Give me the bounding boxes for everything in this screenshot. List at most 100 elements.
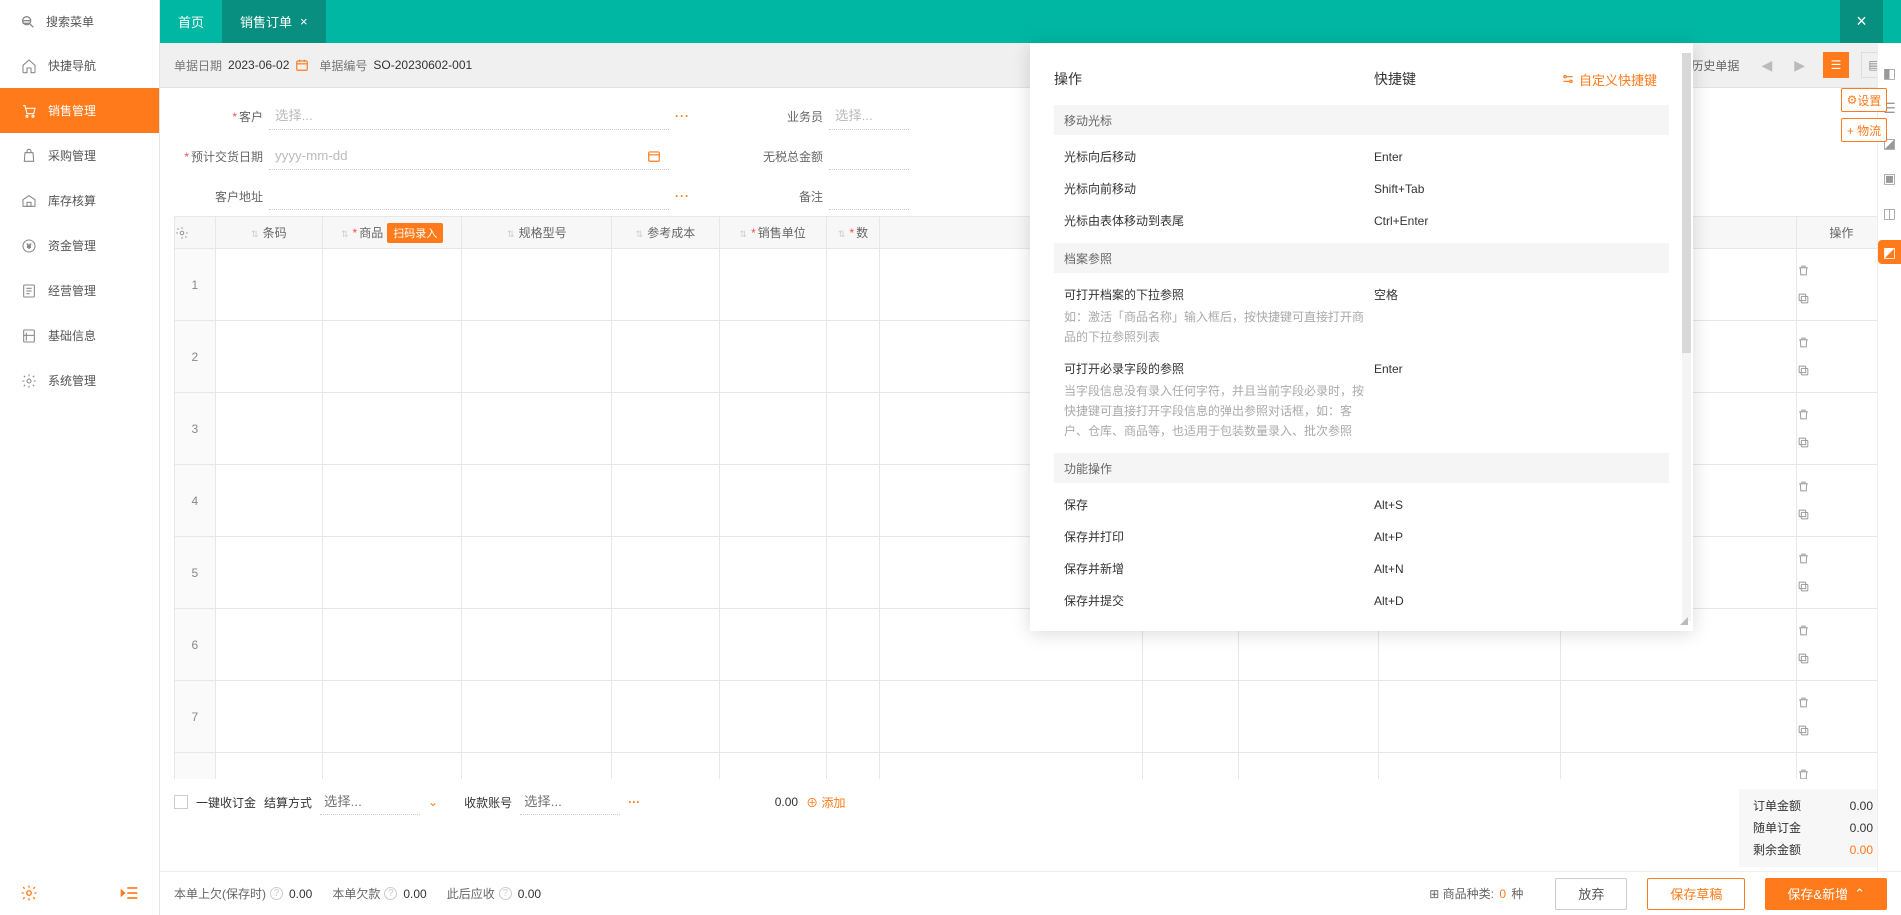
popover-row: 保存Alt+S bbox=[1054, 489, 1669, 521]
tab-home[interactable]: 首页 bbox=[160, 0, 222, 43]
copy-row-icon[interactable] bbox=[1797, 292, 1886, 305]
shortcut-key: Alt+P bbox=[1374, 527, 1403, 547]
delete-row-icon[interactable] bbox=[1797, 480, 1886, 493]
doc-date-value[interactable]: 2023-06-02 bbox=[228, 58, 289, 72]
copy-row-icon[interactable] bbox=[1797, 580, 1886, 593]
col-ops: 操作 bbox=[1796, 217, 1886, 249]
lookup-icon[interactable]: ··· bbox=[669, 189, 696, 203]
delivery-date-input[interactable] bbox=[269, 142, 669, 170]
close-all-tabs-icon[interactable]: × bbox=[1840, 0, 1883, 43]
shortcut-key: Alt+N bbox=[1374, 559, 1404, 579]
delete-row-icon[interactable] bbox=[1797, 624, 1886, 637]
popover-row: 保存并提交Alt+D bbox=[1054, 585, 1669, 617]
nav-label: 快捷导航 bbox=[48, 57, 96, 74]
edge-icon-1[interactable]: ◧ bbox=[1883, 65, 1896, 82]
delete-row-icon[interactable] bbox=[1797, 552, 1886, 565]
sidebar-item-sales[interactable]: 销售管理 bbox=[0, 88, 159, 133]
delete-row-icon[interactable] bbox=[1797, 768, 1886, 779]
help-icon[interactable]: ? bbox=[384, 887, 397, 900]
info-value: 0.00 bbox=[518, 887, 541, 901]
lookup-icon[interactable]: ··· bbox=[669, 109, 696, 123]
footer-gear-icon[interactable] bbox=[20, 884, 38, 902]
row-number: 5 bbox=[175, 537, 216, 609]
sidebar-item-purchase[interactable]: 采购管理 bbox=[0, 133, 159, 178]
save-draft-button[interactable]: 保存草稿 bbox=[1647, 878, 1745, 910]
delete-row-icon[interactable] bbox=[1797, 408, 1886, 421]
info-value: 0.00 bbox=[289, 887, 312, 901]
table-row[interactable]: 8 bbox=[175, 753, 1887, 780]
total-label: 随单订金 bbox=[1753, 817, 1801, 839]
remark-input[interactable] bbox=[829, 182, 909, 210]
edge-icon-5[interactable]: ◫ bbox=[1883, 205, 1896, 222]
addr-input[interactable] bbox=[269, 182, 669, 210]
settlement-amount[interactable]: 0.00 bbox=[648, 795, 798, 809]
edge-icon-4[interactable]: ▣ bbox=[1883, 170, 1896, 187]
col-spec[interactable]: ⇅规格型号 bbox=[462, 217, 612, 249]
col-product[interactable]: ⇅*商品扫码录入 bbox=[322, 217, 461, 249]
table-row[interactable]: 7 bbox=[175, 681, 1887, 753]
col-barcode[interactable]: ⇅条码 bbox=[215, 217, 322, 249]
customer-input[interactable] bbox=[269, 102, 669, 130]
add-settlement-button[interactable]: ⊕ 添加 bbox=[806, 794, 845, 811]
sidebar-item-business[interactable]: 经营管理 bbox=[0, 268, 159, 313]
cart-icon bbox=[20, 103, 38, 119]
settings-button[interactable]: ⚙ 设置 bbox=[1841, 88, 1887, 112]
copy-row-icon[interactable] bbox=[1797, 364, 1886, 377]
operation-name: 保存并新增 bbox=[1064, 559, 1374, 579]
collapse-sidebar-icon[interactable] bbox=[119, 885, 139, 901]
tax-free-input[interactable] bbox=[829, 142, 909, 170]
search-menu[interactable]: 搜索菜单 bbox=[0, 0, 159, 43]
one-key-label: 一键收订金 bbox=[196, 794, 256, 811]
view-compact-icon[interactable]: ☰ bbox=[1823, 52, 1849, 78]
add-logistics-button[interactable]: + 物流 bbox=[1841, 118, 1887, 142]
prev-doc-icon[interactable]: ◀ bbox=[1755, 57, 1778, 74]
discard-button[interactable]: 放弃 bbox=[1555, 878, 1627, 910]
sidebar-item-quicknav[interactable]: 快捷导航 bbox=[0, 43, 159, 88]
col-ref-cost[interactable]: ⇅参考成本 bbox=[612, 217, 719, 249]
sidebar-item-system[interactable]: 系统管理 bbox=[0, 358, 159, 403]
calendar-icon[interactable] bbox=[295, 58, 309, 72]
operation-name: 光标向前移动 bbox=[1064, 179, 1374, 199]
sidebar-item-finance[interactable]: ¥资金管理 bbox=[0, 223, 159, 268]
doc-no-value: SO-20230602-001 bbox=[373, 58, 472, 72]
col-unit[interactable]: ⇅*销售单位 bbox=[719, 217, 826, 249]
lookup-icon[interactable]: ··· bbox=[628, 795, 640, 809]
one-key-checkbox[interactable] bbox=[174, 795, 188, 809]
chevron-down-icon[interactable]: ⌄ bbox=[428, 795, 438, 809]
delivery-date-label: *预计交货日期 bbox=[174, 148, 269, 165]
sku-summary: ⊞ 商品种类: 0 种 bbox=[1429, 885, 1523, 902]
tab-sales-order[interactable]: 销售订单× bbox=[222, 0, 326, 43]
delete-row-icon[interactable] bbox=[1797, 336, 1886, 349]
btn-label: + 物流 bbox=[1847, 122, 1881, 139]
save-and-new-button[interactable]: 保存&新增⌃ bbox=[1765, 878, 1887, 910]
scan-button[interactable]: 扫码录入 bbox=[387, 223, 443, 243]
scrollbar-thumb[interactable] bbox=[1682, 53, 1691, 353]
edge-icon-active[interactable]: ◩ bbox=[1878, 240, 1901, 264]
account-select[interactable] bbox=[520, 789, 620, 815]
totals-panel: 订单金额0.00 随单订金0.00 剩余金额0.00 bbox=[1739, 789, 1887, 867]
custom-shortcut-button[interactable]: 自定义快捷键 bbox=[1561, 70, 1657, 89]
customer-label: *客户 bbox=[174, 108, 269, 125]
copy-row-icon[interactable] bbox=[1797, 724, 1886, 737]
sidebar-item-inventory[interactable]: 库存核算 bbox=[0, 178, 159, 223]
delivery-date-field: *预计交货日期 bbox=[174, 142, 734, 170]
row-number: 3 bbox=[175, 393, 216, 465]
copy-row-icon[interactable] bbox=[1797, 436, 1886, 449]
copy-row-icon[interactable] bbox=[1797, 508, 1886, 521]
copy-row-icon[interactable] bbox=[1797, 652, 1886, 665]
col-qty[interactable]: ⇅*数 bbox=[826, 217, 880, 249]
method-select[interactable] bbox=[320, 789, 420, 815]
popover-row: 光标向前移动Shift+Tab bbox=[1054, 173, 1669, 205]
sidebar-item-basic[interactable]: 基础信息 bbox=[0, 313, 159, 358]
next-doc-icon[interactable]: ▶ bbox=[1788, 57, 1811, 74]
report-icon bbox=[20, 283, 38, 299]
close-icon[interactable]: × bbox=[300, 14, 308, 29]
delete-row-icon[interactable] bbox=[1797, 264, 1886, 277]
gear-column[interactable] bbox=[175, 217, 216, 249]
salesperson-input[interactable] bbox=[829, 102, 909, 130]
delete-row-icon[interactable] bbox=[1797, 696, 1886, 709]
help-icon[interactable]: ? bbox=[499, 887, 512, 900]
help-icon[interactable]: ? bbox=[270, 887, 283, 900]
shortcut-key: Enter bbox=[1374, 147, 1403, 167]
search-menu-label: 搜索菜单 bbox=[46, 13, 94, 30]
